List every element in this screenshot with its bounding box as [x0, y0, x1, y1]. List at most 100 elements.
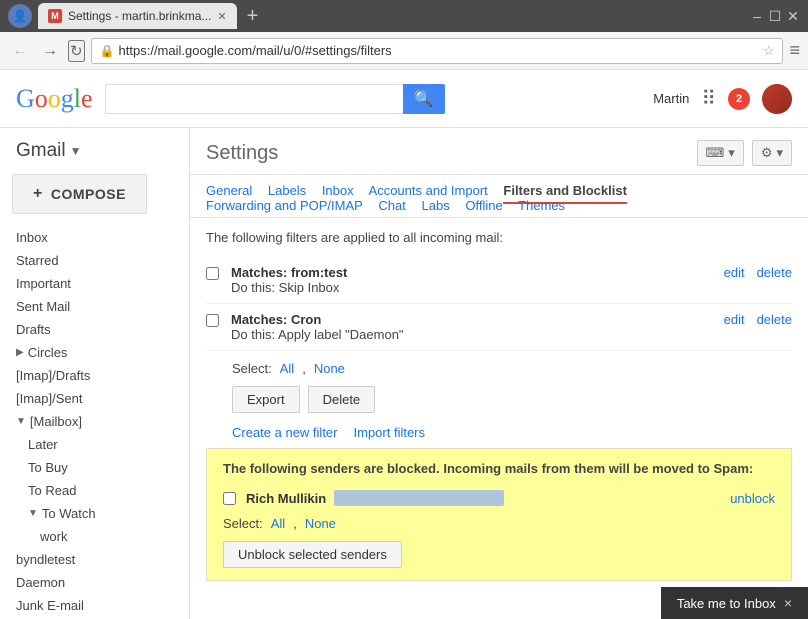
new-tab-icon[interactable]: +	[243, 5, 263, 28]
filter-matches-2: Matches: Cron	[231, 312, 724, 327]
blocked-checkbox-1[interactable]	[223, 492, 236, 505]
back-button[interactable]: ←	[8, 40, 32, 62]
blocked-select-all[interactable]: All	[271, 516, 285, 531]
close-icon[interactable]: ✕	[786, 9, 800, 23]
maximize-icon[interactable]: ☐	[768, 9, 782, 23]
tab-chat[interactable]: Chat	[378, 198, 405, 213]
sidebar-item-mailbox[interactable]: ▼ [Mailbox]	[0, 410, 189, 433]
tab-inbox[interactable]: Inbox	[322, 183, 354, 198]
select-all-link[interactable]: All	[280, 361, 294, 376]
address-bar: ← → ↻ 🔒 https://mail.google.com/mail/u/0…	[0, 32, 808, 70]
tab-offline[interactable]: Offline	[465, 198, 502, 213]
tab-favicon: M	[48, 9, 62, 23]
blocked-section: The following senders are blocked. Incom…	[206, 448, 792, 581]
blocked-email-bar-1	[334, 490, 504, 506]
url-bar[interactable]: 🔒 https://mail.google.com/mail/u/0/#sett…	[91, 38, 784, 64]
lock-icon: 🔒	[100, 44, 115, 58]
toast-close-icon[interactable]: ×	[784, 595, 792, 611]
forward-button[interactable]: →	[38, 40, 62, 62]
unblock-link-1[interactable]: unblock	[730, 491, 775, 506]
blocked-select-none[interactable]: None	[305, 516, 336, 531]
apps-grid-icon[interactable]: ⠿	[701, 86, 716, 111]
settings-nav: General Labels Inbox Accounts and Import…	[190, 175, 808, 218]
google-search-button[interactable]: 🔍	[403, 84, 445, 114]
sidebar-item-to-buy[interactable]: To Buy	[0, 456, 189, 479]
gmail-label: Gmail ▼	[0, 136, 189, 170]
settings-gear-button[interactable]: ⚙ ▾	[752, 140, 792, 166]
select-separator: ,	[302, 361, 306, 376]
url-text: https://mail.google.com/mail/u/0/#settin…	[119, 43, 759, 58]
google-search-input[interactable]	[105, 84, 403, 114]
avatar[interactable]	[762, 84, 792, 114]
minimize-icon[interactable]: –	[750, 9, 764, 23]
filter-delete-2[interactable]: delete	[757, 312, 792, 327]
profile-icon-title[interactable]: 👤	[8, 4, 32, 28]
create-filter-row: Create a new filter Import filters	[206, 425, 792, 440]
compose-label: COMPOSE	[51, 186, 126, 202]
settings-title: Settings	[206, 142, 278, 165]
refresh-button[interactable]: ↻	[68, 40, 85, 62]
sidebar-item-later[interactable]: Later	[0, 433, 189, 456]
keyboard-shortcuts-button[interactable]: ⌨ ▾	[697, 140, 744, 166]
sidebar-item-sent[interactable]: Sent Mail	[0, 295, 189, 318]
title-bar: 👤 M Settings - martin.brinkma... ✕ + – ☐…	[0, 0, 808, 32]
import-filters-link[interactable]: Import filters	[354, 425, 426, 440]
filter-section: The following filters are applied to all…	[190, 218, 808, 601]
tab-accounts-import[interactable]: Accounts and Import	[369, 183, 488, 198]
sidebar-item-imap-drafts[interactable]: [Imap]/Drafts	[0, 364, 189, 387]
compose-button[interactable]: + COMPOSE	[12, 174, 147, 214]
create-filter-link[interactable]: Create a new filter	[232, 425, 338, 440]
google-logo: Google	[16, 84, 93, 114]
sidebar-item-daemon[interactable]: Daemon	[0, 571, 189, 594]
delete-button[interactable]: Delete	[308, 386, 376, 413]
sidebar-item-to-read[interactable]: To Read	[0, 479, 189, 502]
notification-badge[interactable]: 2	[728, 88, 750, 110]
sidebar-item-imap-sent[interactable]: [Imap]/Sent	[0, 387, 189, 410]
filter-delete-1[interactable]: delete	[757, 265, 792, 280]
header-right: Martin ⠿ 2	[653, 84, 792, 114]
blocked-description: The following senders are blocked. Incom…	[223, 461, 775, 476]
search-bar-container: 🔍	[105, 84, 445, 114]
tab-forwarding-pop[interactable]: Forwarding and POP/IMAP	[206, 198, 363, 213]
filter-action-1: Do this: Skip Inbox	[231, 280, 724, 295]
sidebar-item-work[interactable]: work	[0, 525, 189, 548]
filter-checkbox-1[interactable]	[206, 267, 219, 280]
settings-icons: ⌨ ▾ ⚙ ▾	[697, 140, 792, 166]
url-bar-icons: ☆	[763, 43, 775, 59]
filter-checkbox-2[interactable]	[206, 314, 219, 327]
to-watch-arrow-icon: ▼	[28, 508, 38, 519]
gmail-dropdown-arrow[interactable]: ▼	[70, 144, 82, 158]
tab-general[interactable]: General	[206, 183, 252, 198]
filter-content-1: Matches: from:test Do this: Skip Inbox	[231, 265, 724, 295]
tab-labs[interactable]: Labs	[422, 198, 450, 213]
filter-description: The following filters are applied to all…	[206, 230, 792, 245]
bookmark-icon[interactable]: ☆	[763, 43, 775, 59]
filter-actions-1: edit delete	[724, 265, 792, 280]
sidebar-item-starred[interactable]: Starred	[0, 249, 189, 272]
tab-labels[interactable]: Labels	[268, 183, 306, 198]
browser-tab[interactable]: M Settings - martin.brinkma... ✕	[38, 3, 237, 29]
sidebar-item-important[interactable]: Important	[0, 272, 189, 295]
sidebar-item-to-watch[interactable]: ▼ To Watch	[0, 502, 189, 525]
filter-row-2: Matches: Cron Do this: Apply label "Daem…	[206, 304, 792, 351]
take-to-inbox-toast[interactable]: Take me to Inbox ×	[661, 587, 808, 619]
tab-themes[interactable]: Themes	[518, 198, 565, 213]
sidebar-item-junk[interactable]: Junk E-mail	[0, 594, 189, 617]
gear-dropdown-arrow: ▾	[776, 145, 783, 161]
take-to-inbox-label: Take me to Inbox	[677, 596, 776, 611]
select-none-link[interactable]: None	[314, 361, 345, 376]
sidebar-item-circles[interactable]: ▶ Circles	[0, 341, 189, 364]
sidebar-item-byndletest[interactable]: byndletest	[0, 548, 189, 571]
filter-edit-2[interactable]: edit	[724, 312, 745, 327]
export-button[interactable]: Export	[232, 386, 300, 413]
google-header: Google 🔍 Martin ⠿ 2	[0, 70, 808, 128]
sidebar: Gmail ▼ + COMPOSE Inbox Starred Importan…	[0, 128, 190, 619]
unblock-selected-button[interactable]: Unblock selected senders	[223, 541, 402, 568]
gmail-title: Gmail	[16, 140, 66, 162]
tab-close-icon[interactable]: ✕	[217, 10, 226, 23]
sidebar-item-drafts[interactable]: Drafts	[0, 318, 189, 341]
sidebar-item-inbox[interactable]: Inbox	[0, 226, 189, 249]
filter-matches-1: Matches: from:test	[231, 265, 724, 280]
filter-edit-1[interactable]: edit	[724, 265, 745, 280]
browser-menu-icon[interactable]: ≡	[789, 40, 800, 61]
